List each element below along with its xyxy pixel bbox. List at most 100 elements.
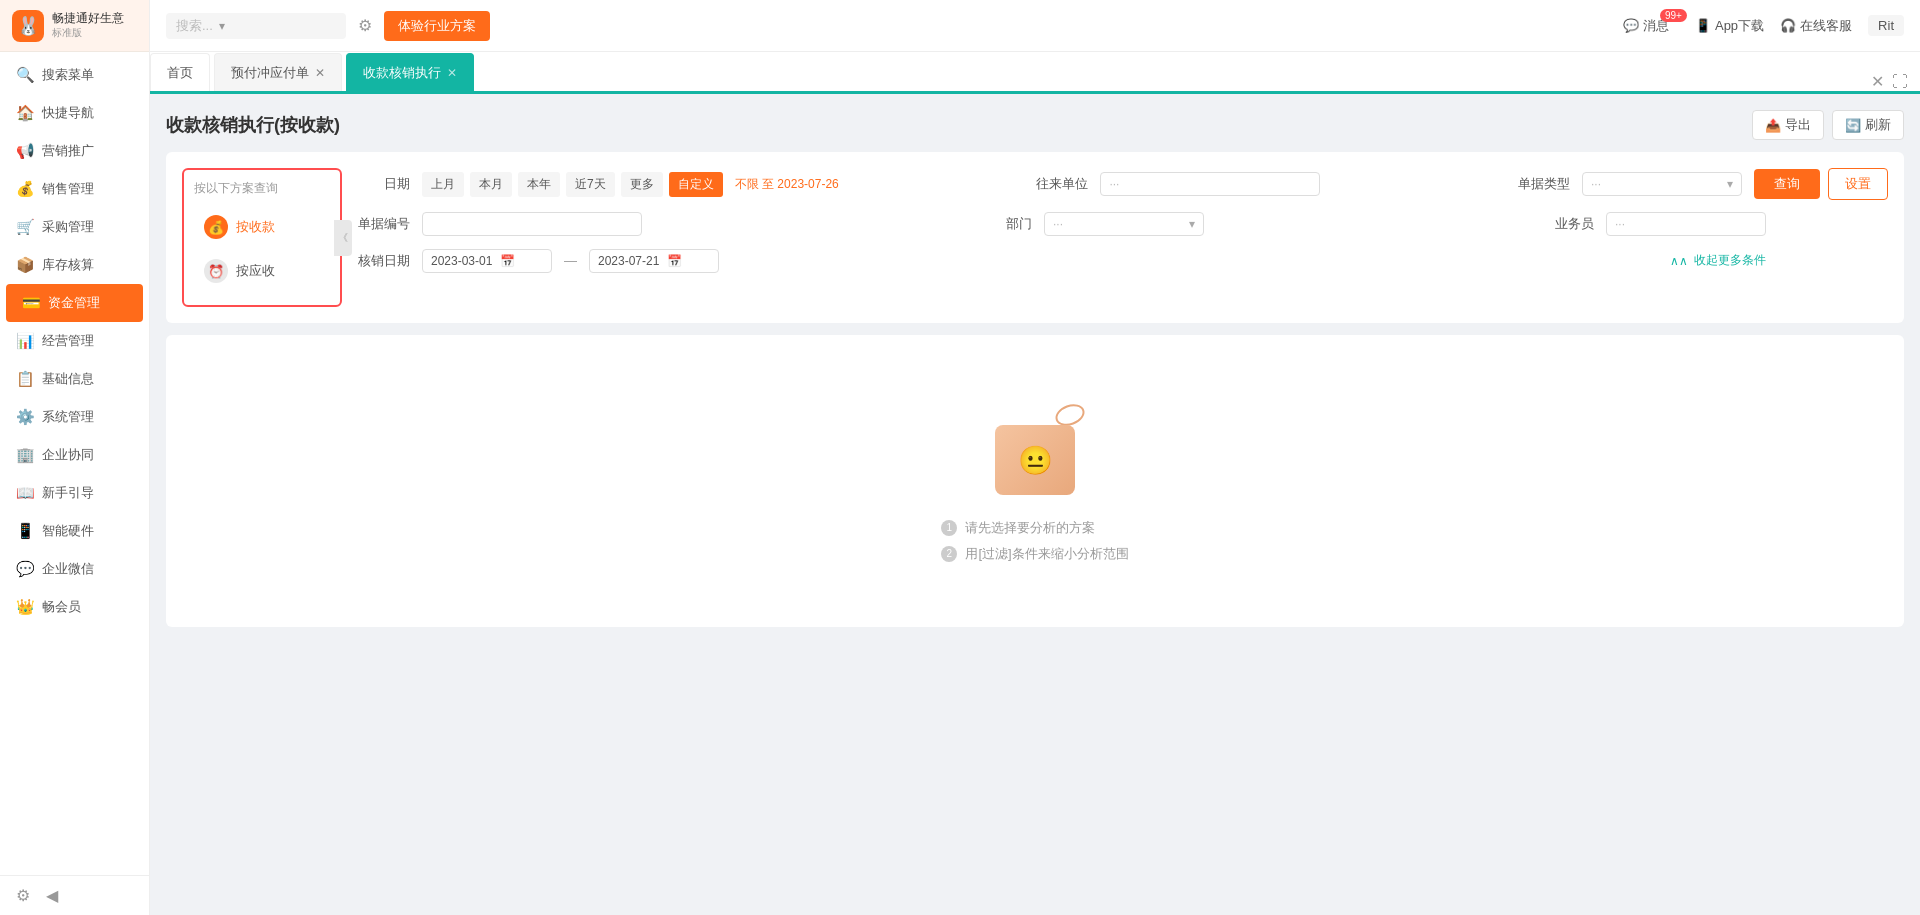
more-conditions-toggle[interactable]: ∧∧ 收起更多条件 xyxy=(1670,248,1766,273)
sidebar-item-purchase[interactable]: 🛒 采购管理 xyxy=(0,208,149,246)
sidebar-item-label: 搜索菜单 xyxy=(42,66,94,84)
more-conditions-label: 收起更多条件 xyxy=(1694,252,1766,269)
last-7-days-btn[interactable]: 近7天 xyxy=(566,172,615,197)
sidebar-item-member[interactable]: 👑 畅会员 xyxy=(0,588,149,626)
page-header: 收款核销执行(按收款) 📤 导出 🔄 刷新 xyxy=(166,110,1904,140)
topbar-gear-icon[interactable]: ⚙ xyxy=(358,16,372,35)
more-date-btn[interactable]: 更多 xyxy=(621,172,663,197)
topbar: 搜索... ▾ ⚙ 体验行业方案 💬 消息 99+ 📱 App下载 🎧 在线客服… xyxy=(150,0,1920,52)
settings-bottom-icon[interactable]: ⚙ xyxy=(16,886,30,905)
topbar-search-placeholder: 搜索... xyxy=(176,17,213,35)
doc-type-label: 单据类型 xyxy=(1514,175,1570,193)
doc-no-input[interactable] xyxy=(422,212,642,236)
filter-option-by-receivable[interactable]: ⏰ 按应收 xyxy=(194,251,330,291)
maximize-icon[interactable]: ⛶ xyxy=(1892,73,1908,91)
date-range-display: 不限 至 2023-07-26 xyxy=(735,176,839,193)
settings-button[interactable]: 设置 xyxy=(1828,168,1888,200)
customer-service-action[interactable]: 🎧 在线客服 xyxy=(1780,17,1852,35)
sidebar-item-system[interactable]: ⚙️ 系统管理 xyxy=(0,398,149,436)
marketing-icon: 📢 xyxy=(16,142,34,160)
sidebar-item-label: 库存核算 xyxy=(42,256,94,274)
sidebar-item-label: 采购管理 xyxy=(42,218,94,236)
tab-prepay[interactable]: 预付冲应付单 ✕ xyxy=(214,53,342,91)
sidebar-item-enterprise[interactable]: 🏢 企业协同 xyxy=(0,436,149,474)
filter-scheme-title: 按以下方案查询 xyxy=(194,180,330,197)
query-action-group: 查询 设置 xyxy=(1754,168,1888,200)
app-download-action[interactable]: 📱 App下载 xyxy=(1695,17,1764,35)
this-year-btn[interactable]: 本年 xyxy=(518,172,560,197)
topbar-search[interactable]: 搜索... ▾ xyxy=(166,13,346,39)
member-icon: 👑 xyxy=(16,598,34,616)
sidebar-item-basic[interactable]: 📋 基础信息 xyxy=(0,360,149,398)
message-badge: 99+ xyxy=(1660,9,1687,22)
tab-collection-label: 收款核销执行 xyxy=(363,64,441,82)
doc-no-label: 单据编号 xyxy=(354,215,410,233)
message-icon: 💬 xyxy=(1623,18,1639,33)
sidebar-item-sales[interactable]: 💰 销售管理 xyxy=(0,170,149,208)
filter-row-2: 单据编号 部门 ··· ▾ 业务员 ··· xyxy=(354,212,1888,236)
salesperson-label: 业务员 xyxy=(1538,215,1594,233)
collapse-sidebar-icon[interactable]: ◀ xyxy=(46,886,58,905)
empty-step-2-text: 用[过滤]条件来缩小分析范围 xyxy=(965,541,1128,567)
vendor-select[interactable]: ··· xyxy=(1100,172,1320,196)
app-edition: 标准版 xyxy=(52,26,124,40)
empty-box: 😐 xyxy=(995,425,1075,495)
custom-date-tag[interactable]: 自定义 xyxy=(669,172,723,197)
page-title: 收款核销执行(按收款) xyxy=(166,113,340,137)
sidebar-item-operation[interactable]: 📊 经营管理 xyxy=(0,322,149,360)
sidebar-item-guide[interactable]: 📖 新手引导 xyxy=(0,474,149,512)
sidebar-bottom: ⚙ ◀ xyxy=(0,875,149,915)
filter-option-by-receipt[interactable]: 💰 按收款 xyxy=(194,207,330,247)
salesperson-select[interactable]: ··· xyxy=(1606,212,1766,236)
tab-prepay-close-icon[interactable]: ✕ xyxy=(315,66,325,80)
sidebar-item-marketing[interactable]: 📢 营销推广 xyxy=(0,132,149,170)
sidebar-item-label: 新手引导 xyxy=(42,484,94,502)
empty-state: 😐 1 请先选择要分析的方案 2 用[过滤]条件来缩小分析范围 xyxy=(166,335,1904,627)
customer-service-label: 在线客服 xyxy=(1800,17,1852,35)
sidebar-item-label: 销售管理 xyxy=(42,180,94,198)
tab-collection[interactable]: 收款核销执行 ✕ xyxy=(346,53,474,91)
purchase-icon: 🛒 xyxy=(16,218,34,236)
finance-icon: 💳 xyxy=(22,294,40,312)
verify-date-start-input[interactable]: 2023-03-01 📅 xyxy=(422,249,552,273)
doc-type-placeholder: ··· xyxy=(1591,177,1601,191)
doc-type-select[interactable]: ··· ▾ xyxy=(1582,172,1742,196)
sidebar-item-wechat[interactable]: 💬 企业微信 xyxy=(0,550,149,588)
close-window-icon[interactable]: ✕ xyxy=(1871,72,1884,91)
message-action[interactable]: 💬 消息 99+ xyxy=(1623,17,1679,35)
sidebar-item-finance[interactable]: 💳 资金管理 xyxy=(6,284,143,322)
export-button[interactable]: 📤 导出 xyxy=(1752,110,1824,140)
search-menu-icon: 🔍 xyxy=(16,66,34,84)
filter-fields: 日期 上月 本月 本年 近7天 更多 自定义 不限 至 2023-07-26 往… xyxy=(354,168,1888,307)
tab-collection-close-icon[interactable]: ✕ xyxy=(447,66,457,80)
this-month-btn[interactable]: 本月 xyxy=(470,172,512,197)
dept-select[interactable]: ··· ▾ xyxy=(1044,212,1204,236)
sidebar-item-search[interactable]: 🔍 搜索菜单 xyxy=(0,56,149,94)
collapse-icon: 《 xyxy=(338,231,348,245)
sidebar-item-quick-nav[interactable]: 🏠 快捷导航 xyxy=(0,94,149,132)
date-buttons-group: 上月 本月 本年 近7天 更多 自定义 xyxy=(422,172,723,197)
dept-label: 部门 xyxy=(976,215,1032,233)
operation-icon: 📊 xyxy=(16,332,34,350)
verify-date-end-input[interactable]: 2023-07-21 📅 xyxy=(589,249,719,273)
last-month-btn[interactable]: 上月 xyxy=(422,172,464,197)
chevron-down-icon: ▾ xyxy=(1727,177,1733,191)
home-icon: 🏠 xyxy=(16,104,34,122)
sidebar-item-label: 基础信息 xyxy=(42,370,94,388)
sidebar-item-label: 企业微信 xyxy=(42,560,94,578)
filter-collapse-button[interactable]: 《 xyxy=(334,220,352,256)
query-button[interactable]: 查询 xyxy=(1754,169,1820,199)
main-area: 搜索... ▾ ⚙ 体验行业方案 💬 消息 99+ 📱 App下载 🎧 在线客服… xyxy=(150,0,1920,915)
sidebar-item-label: 资金管理 xyxy=(48,294,100,312)
tab-home[interactable]: 首页 xyxy=(150,53,210,91)
service-icon: 🎧 xyxy=(1780,18,1796,33)
guide-icon: 📖 xyxy=(16,484,34,502)
tabs-bar: 首页 预付冲应付单 ✕ 收款核销执行 ✕ ✕ ⛶ xyxy=(150,52,1920,94)
sidebar-item-hardware[interactable]: 📱 智能硬件 xyxy=(0,512,149,550)
filter-panel: 按以下方案查询 💰 按收款 ⏰ 按应收 《 日期 xyxy=(166,152,1904,323)
refresh-button[interactable]: 🔄 刷新 xyxy=(1832,110,1904,140)
solution-button[interactable]: 体验行业方案 xyxy=(384,11,490,41)
user-name[interactable]: Rit xyxy=(1868,15,1904,36)
empty-step-2: 2 用[过滤]条件来缩小分析范围 xyxy=(941,541,1128,567)
sidebar-item-inventory[interactable]: 📦 库存核算 xyxy=(0,246,149,284)
